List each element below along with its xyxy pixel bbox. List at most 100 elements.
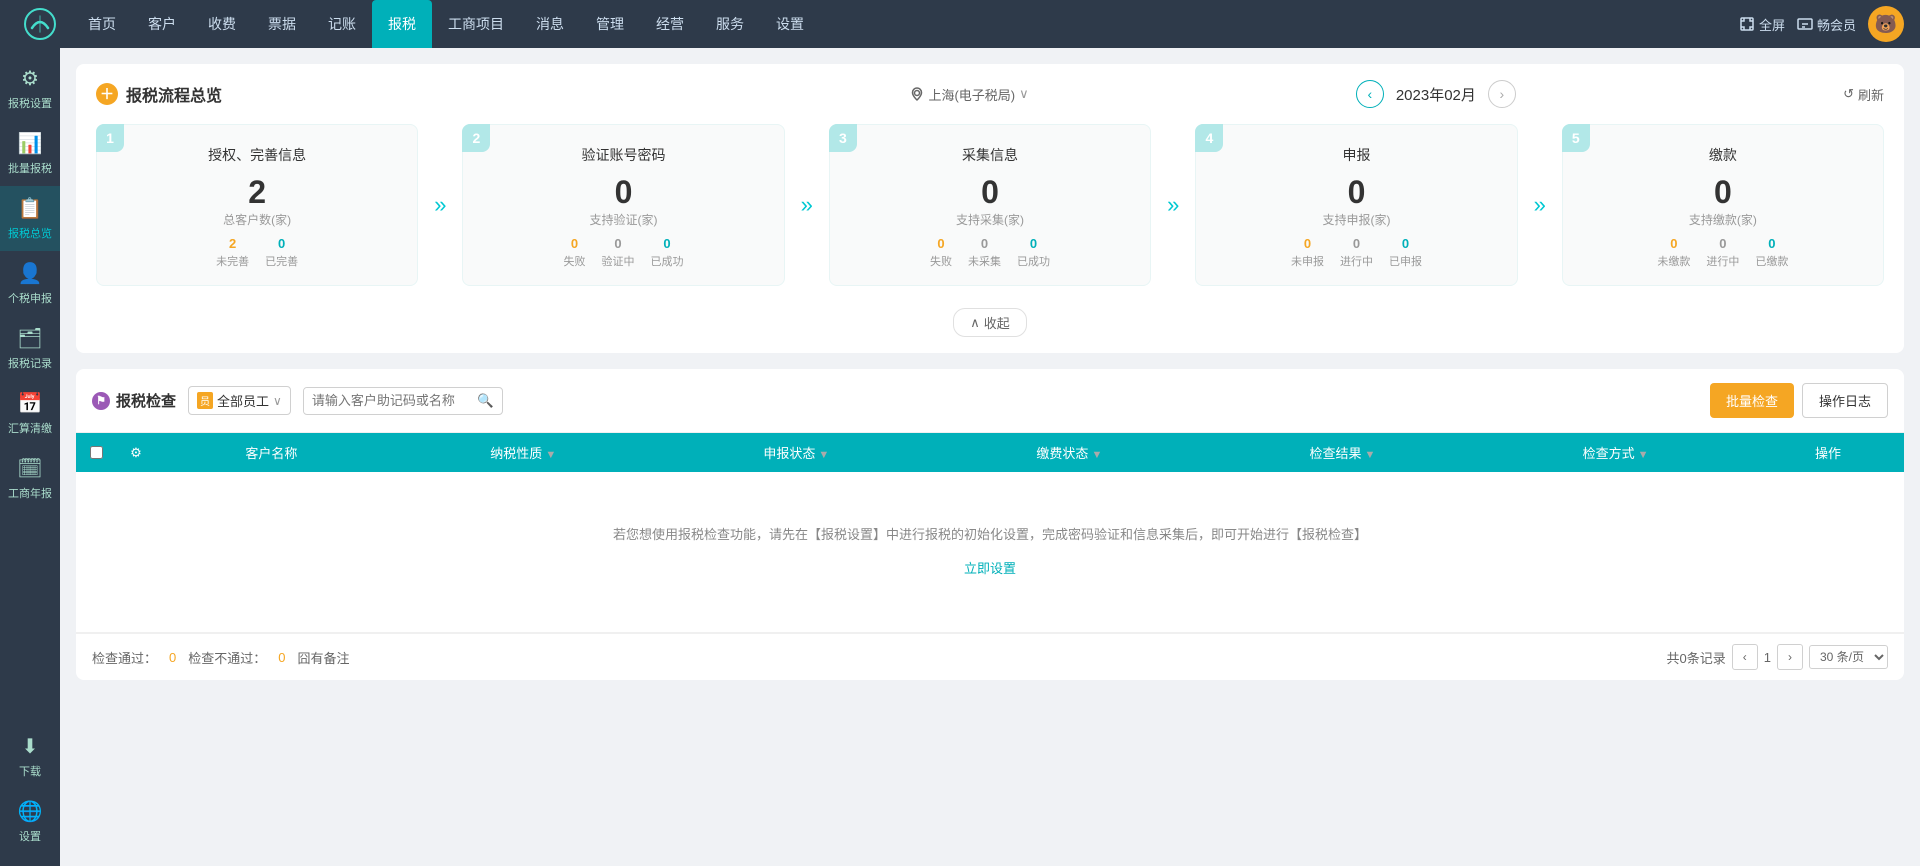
search-btn[interactable]: 🔍 [469,388,502,414]
step-num: 1 [96,124,124,152]
fullscreen-btn[interactable]: 全屏 [1739,15,1785,34]
next-page-btn[interactable]: › [1777,644,1803,670]
step-stats: 0 失败 0 验证中 0 已成功 [475,236,771,269]
pass-count[interactable]: 0 [169,650,176,665]
filter-icon[interactable]: ▼ [542,449,556,461]
staff-badge: 员 [197,392,213,409]
location-tag[interactable]: 上海(电子税局) ∨ [910,85,1028,104]
step-arrow-1: » [430,192,450,218]
settings-icon[interactable]: ⚙ [130,445,142,460]
step-title: 采集信息 [842,141,1138,165]
th-payStatus: 缴费状态 ▼ [933,433,1206,472]
total-count: 共0条记录 [1667,648,1726,667]
nav-item-首页[interactable]: 首页 [72,0,132,48]
sidebar-icon: 🗓 [17,456,42,481]
th-action: 操作 [1752,433,1904,472]
select-all-checkbox[interactable] [90,446,103,459]
th-checkbox [76,433,116,472]
filter-icon[interactable]: ▼ [815,449,829,461]
nav-item-消息[interactable]: 消息 [520,0,580,48]
filter-icon[interactable]: ▼ [1635,449,1649,461]
sidebar-bottom-下载[interactable]: ⬇下载 [0,724,60,789]
th-taxNature: 纳税性质 ▼ [387,433,660,472]
step-card-4: 5 缴款 0 支持缴款(家) 0 未缴款 0 进行中 0 已缴款 [1562,124,1884,286]
th-checkMethod: 检查方式 ▼ [1479,433,1752,472]
empty-text: 若您想使用报税检查功能，请先在【报税设置】中进行报税的初始化设置，完成密码验证和… [108,522,1872,548]
step-arrow-2: » [797,192,817,218]
nav-item-经营[interactable]: 经营 [640,0,700,48]
step-card-1: 2 验证账号密码 0 支持验证(家) 0 失败 0 验证中 0 已成功 [462,124,784,286]
month-nav: ‹ 2023年02月 › [1029,80,1843,108]
nav-item-设置[interactable]: 设置 [760,0,820,48]
sidebar-item-个税申报[interactable]: 👤个税申报 [0,251,60,316]
flow-steps: 1 授权、完善信息 2 总客户数(家) 2 未完善 0 已完善 » 2 验证账号… [96,124,1884,286]
step-title: 缴款 [1575,141,1871,165]
check-table: ⚙客户名称纳税性质 ▼申报状态 ▼缴费状态 ▼检查结果 ▼检查方式 ▼操作 若您… [76,433,1904,633]
stat-item: 2 未完善 [216,236,249,269]
collapse-btn[interactable]: ∧ 收起 [953,308,1027,337]
step-stats: 2 未完善 0 已完善 [109,236,405,269]
tax-check-section: ⚑ 报税检查 员 全部员工 ∨ 🔍 批量检查 操作日志 ⚙客户名称纳税性质 ▼申… [76,369,1904,680]
overview-header: ＋ 报税流程总览 上海(电子税局) ∨ ‹ 2023年02月 › ↺ 刷新 [96,80,1884,108]
sidebar-item-报税记录[interactable]: 🗂报税记录 [0,316,60,381]
table-wrap: ⚙客户名称纳税性质 ▼申报状态 ▼缴费状态 ▼检查结果 ▼检查方式 ▼操作 若您… [76,433,1904,633]
nav-item-票据[interactable]: 票据 [252,0,312,48]
nav-item-工商项目[interactable]: 工商项目 [432,0,520,48]
sidebar-bottom-设置[interactable]: 🌐设置 [0,789,60,854]
refresh-btn[interactable]: ↺ 刷新 [1843,85,1884,104]
nav-item-收费[interactable]: 收费 [192,0,252,48]
sidebar-item-汇算清缴[interactable]: 📅汇算清缴 [0,381,60,446]
setup-link[interactable]: 立即设置 [964,561,1016,576]
fail-label: 检查不通过： [188,648,266,667]
note-label: 囧有备注 [298,648,350,667]
step-num: 3 [829,124,857,152]
stat-item: 0 已缴款 [1755,236,1788,269]
step-sub: 支持验证(家) [475,211,771,228]
stat-item: 0 失败 [930,236,952,269]
per-page-select[interactable]: 30 条/页 [1809,645,1888,669]
stat-item: 0 失败 [564,236,586,269]
step-card-3: 4 申报 0 支持申报(家) 0 未申报 0 进行中 0 已申报 [1195,124,1517,286]
batch-check-btn[interactable]: 批量检查 [1710,383,1794,418]
table-body: 若您想使用报税检查功能，请先在【报税设置】中进行报税的初始化设置，完成密码验证和… [76,472,1904,633]
nav-item-客户[interactable]: 客户 [132,0,192,48]
search-input[interactable] [304,388,469,413]
filter-icon[interactable]: ▼ [1362,449,1376,461]
prev-month-btn[interactable]: ‹ [1356,80,1384,108]
step-num: 2 [462,124,490,152]
collapse-bar: ∧ 收起 [96,300,1884,337]
nav-item-管理[interactable]: 管理 [580,0,640,48]
staff-filter[interactable]: 员 全部员工 ∨ [188,386,291,415]
fail-count[interactable]: 0 [278,650,285,665]
sidebar-item-报税总览[interactable]: 📋报税总览 [0,186,60,251]
stat-item: 0 未缴款 [1657,236,1690,269]
header-checkbox[interactable] [88,446,104,459]
main-content: ＋ 报税流程总览 上海(电子税局) ∨ ‹ 2023年02月 › ↺ 刷新 [60,48,1920,866]
sidebar-item-工商年报[interactable]: 🗓工商年报 [0,446,60,511]
nav-item-服务[interactable]: 服务 [700,0,760,48]
stat-item: 0 已完善 [265,236,298,269]
sidebar-item-报税设置[interactable]: ⚙报税设置 [0,56,60,121]
operation-log-btn[interactable]: 操作日志 [1802,383,1888,418]
step-title: 申报 [1208,141,1504,165]
filter-icon[interactable]: ▼ [1088,449,1102,461]
step-sub: 总客户数(家) [109,211,405,228]
nav-item-报税[interactable]: 报税 [372,0,432,48]
nav-item-记账[interactable]: 记账 [312,0,372,48]
stat-item: 0 进行中 [1340,236,1373,269]
th-declareStatus: 申报状态 ▼ [660,433,933,472]
step-arrow-3: » [1163,192,1183,218]
page-num: 1 [1764,650,1771,665]
search-box: 🔍 [303,387,503,415]
next-month-btn[interactable]: › [1488,80,1516,108]
sidebar-item-批量报税[interactable]: 📊批量报税 [0,121,60,186]
step-card-0: 1 授权、完善信息 2 总客户数(家) 2 未完善 0 已完善 [96,124,418,286]
sidebar-icon: 📅 [18,391,43,416]
member-btn[interactable]: 畅会员 [1797,15,1856,34]
user-avatar[interactable]: 🐻 [1868,6,1904,42]
sidebar-icon: 📋 [18,196,43,221]
pagination: 共0条记录 ‹ 1 › 30 条/页 [1667,644,1888,670]
prev-page-btn[interactable]: ‹ [1732,644,1758,670]
table-footer: 检查通过： 0 检查不通过： 0 囧有备注 共0条记录 ‹ 1 › 30 条/页 [76,633,1904,680]
check-icon: ⚑ [92,392,110,410]
